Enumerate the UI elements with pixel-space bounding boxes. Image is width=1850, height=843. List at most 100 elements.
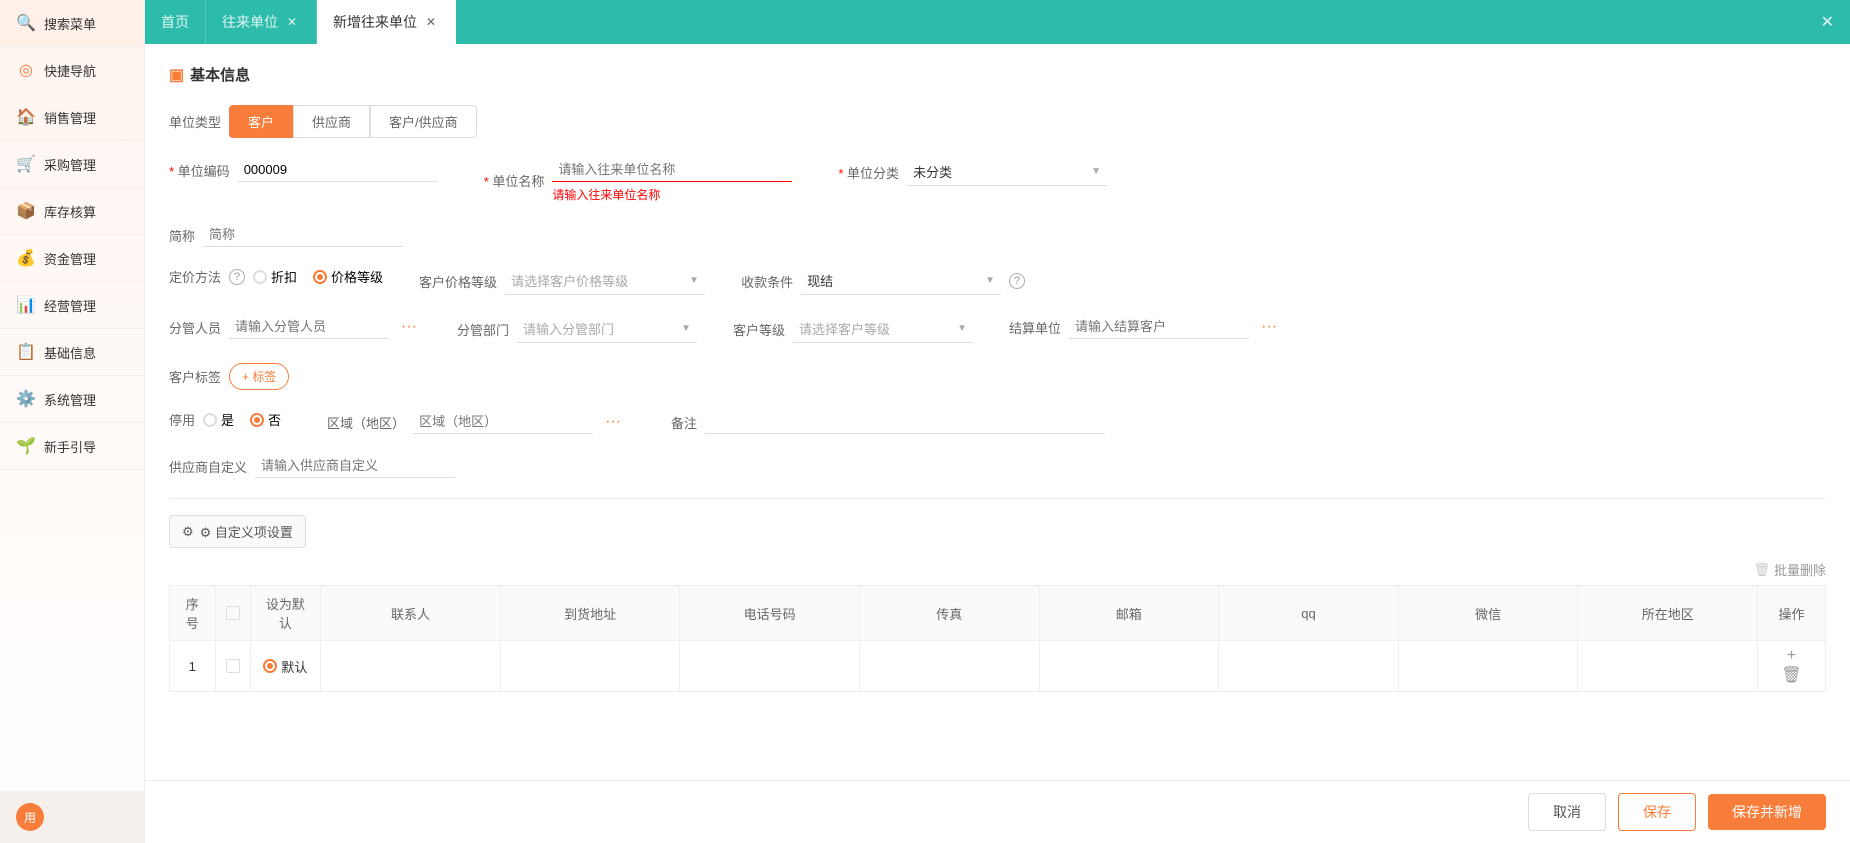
- row-default-radio-option[interactable]: 默认: [261, 657, 311, 676]
- settlement-unit-label: 结算单位: [1009, 318, 1061, 337]
- unit-type-label: 单位类型: [169, 112, 221, 131]
- unit-name-input[interactable]: [552, 158, 792, 182]
- manager-more-icon[interactable]: ···: [397, 318, 421, 336]
- add-tag-button[interactable]: + 标签: [229, 363, 289, 390]
- sidebar-item-search[interactable]: 🔍 搜索菜单: [0, 0, 144, 47]
- disabled-no-radio[interactable]: [250, 413, 264, 427]
- tab-partners[interactable]: 往来单位 ✕: [206, 0, 317, 44]
- form-content: ▣ 基本信息 单位类型 客户 供应商 客户/供应商 单位编码: [145, 44, 1850, 780]
- row-checkbox[interactable]: [226, 659, 240, 673]
- settlement-more-icon[interactable]: ···: [1257, 318, 1281, 336]
- pricing-radio-group: 折扣 价格等级: [253, 267, 383, 286]
- col-wechat: 微信: [1398, 586, 1578, 641]
- contact-input[interactable]: [331, 659, 490, 674]
- tab-home[interactable]: 首页: [145, 0, 206, 44]
- close-all-tabs[interactable]: ✕: [1805, 12, 1850, 32]
- row-seq: 1: [170, 641, 216, 692]
- unit-name-field: 单位名称 请输入往来单位名称: [484, 158, 793, 203]
- region-input-table[interactable]: [1588, 659, 1747, 674]
- sidebar-bottom: 用: [0, 791, 144, 843]
- unit-code-input[interactable]: [238, 158, 438, 182]
- sidebar-item-basic[interactable]: 📋 基础信息: [0, 329, 144, 376]
- col-check: [215, 586, 250, 641]
- unit-type-supplier[interactable]: 供应商: [293, 105, 370, 138]
- pricing-discount-option[interactable]: 折扣: [253, 267, 297, 286]
- sidebar-item-finance[interactable]: 💰 资金管理: [0, 235, 144, 282]
- qq-input[interactable]: [1229, 659, 1388, 674]
- unit-category-select[interactable]: 未分类 ▼: [907, 158, 1107, 186]
- close-partners-tab[interactable]: ✕: [284, 14, 300, 30]
- customer-tag-row: 客户标签 + 标签: [169, 363, 1826, 390]
- manager-row: 分管人员 ··· 分管部门 请输入分管部门 ▼ 客户等级 请选择客户等级 ▼: [169, 315, 1826, 343]
- row-default-radio[interactable]: [263, 659, 277, 673]
- remarks-field: 备注: [671, 410, 1105, 434]
- row-qq[interactable]: [1219, 641, 1399, 692]
- manager-input[interactable]: [229, 315, 389, 339]
- settlement-unit-input[interactable]: [1069, 315, 1249, 339]
- payment-terms-help-icon[interactable]: ?: [1009, 273, 1025, 289]
- department-select[interactable]: 请输入分管部门 ▼: [517, 315, 697, 343]
- customer-level-select[interactable]: 请选择客户等级 ▼: [793, 315, 973, 343]
- unit-code-label: 单位编码: [169, 161, 230, 180]
- col-fax: 传真: [859, 586, 1039, 641]
- price-level-chevron-icon: ▼: [689, 275, 699, 286]
- pricing-level-radio[interactable]: [313, 270, 327, 284]
- short-name-input[interactable]: [203, 223, 403, 247]
- row-phone[interactable]: [680, 641, 860, 692]
- row-action: + 🗑: [1758, 641, 1826, 692]
- row-fax[interactable]: [859, 641, 1039, 692]
- disabled-label: 停用: [169, 410, 195, 429]
- sidebar-item-system[interactable]: ⚙️ 系统管理: [0, 376, 144, 423]
- disabled-yes-option[interactable]: 是: [203, 410, 234, 429]
- batch-delete-label[interactable]: 批量删除: [1774, 560, 1826, 579]
- fax-input[interactable]: [870, 659, 1029, 674]
- unit-type-field: 单位类型 客户 供应商 客户/供应商: [169, 105, 477, 138]
- remarks-input[interactable]: [705, 410, 1105, 434]
- pricing-help-icon[interactable]: ?: [229, 269, 245, 285]
- purchase-icon: 🛒: [16, 154, 36, 174]
- department-field: 分管部门 请输入分管部门 ▼: [457, 315, 697, 343]
- unit-type-group: 客户 供应商 客户/供应商: [229, 105, 477, 138]
- unit-type-customer[interactable]: 客户: [229, 105, 293, 138]
- row-add-button[interactable]: +: [1783, 647, 1800, 665]
- tab-new-partner[interactable]: 新增往来单位 ✕: [317, 0, 456, 44]
- row-contact[interactable]: [321, 641, 501, 692]
- email-input[interactable]: [1050, 659, 1209, 674]
- supplier-custom-label: 供应商自定义: [169, 457, 247, 476]
- supplier-custom-input[interactable]: [255, 454, 455, 478]
- address-input[interactable]: [511, 659, 670, 674]
- select-all-checkbox[interactable]: [226, 606, 240, 620]
- cancel-button[interactable]: 取消: [1528, 793, 1606, 831]
- close-new-partner-tab[interactable]: ✕: [423, 14, 439, 30]
- section-icon: ▣: [169, 65, 184, 85]
- sidebar-item-operation[interactable]: 📊 经营管理: [0, 282, 144, 329]
- chevron-down-icon: ▼: [1091, 166, 1101, 177]
- save-new-button[interactable]: 保存并新增: [1708, 794, 1826, 830]
- sidebar-item-purchase[interactable]: 🛒 采购管理: [0, 141, 144, 188]
- row-wechat[interactable]: [1398, 641, 1578, 692]
- phone-input[interactable]: [690, 659, 849, 674]
- disabled-yes-radio[interactable]: [203, 413, 217, 427]
- pricing-discount-radio[interactable]: [253, 270, 267, 284]
- row-address[interactable]: [500, 641, 680, 692]
- region-more-icon[interactable]: ···: [601, 413, 625, 431]
- disabled-no-option[interactable]: 否: [250, 410, 281, 429]
- region-input[interactable]: [413, 410, 593, 434]
- row-delete-button[interactable]: 🗑: [1777, 665, 1805, 685]
- row-email[interactable]: [1039, 641, 1219, 692]
- wechat-input[interactable]: [1409, 659, 1568, 674]
- customer-price-level-field: 客户价格等级 请选择客户价格等级 ▼: [419, 267, 705, 295]
- sidebar-item-inventory[interactable]: 📦 库存核算: [0, 188, 144, 235]
- sidebar-item-quick-nav[interactable]: ◎ 快捷导航: [0, 47, 144, 94]
- row-region[interactable]: [1578, 641, 1758, 692]
- sidebar-item-sales[interactable]: 🏠 销售管理: [0, 94, 144, 141]
- customer-price-level-select[interactable]: 请选择客户价格等级 ▼: [505, 267, 705, 295]
- sidebar-item-guide[interactable]: 🌱 新手引导: [0, 423, 144, 470]
- supplier-custom-row: 供应商自定义: [169, 454, 1826, 478]
- save-button[interactable]: 保存: [1618, 793, 1696, 831]
- payment-terms-select[interactable]: 现结 ▼: [801, 267, 1001, 295]
- unit-type-both[interactable]: 客户/供应商: [370, 105, 477, 138]
- batch-delete-icon: 🗑: [1753, 562, 1770, 578]
- pricing-level-option[interactable]: 价格等级: [313, 267, 383, 286]
- custom-settings-button[interactable]: ⚙ ⚙ 自定义项设置: [169, 515, 306, 548]
